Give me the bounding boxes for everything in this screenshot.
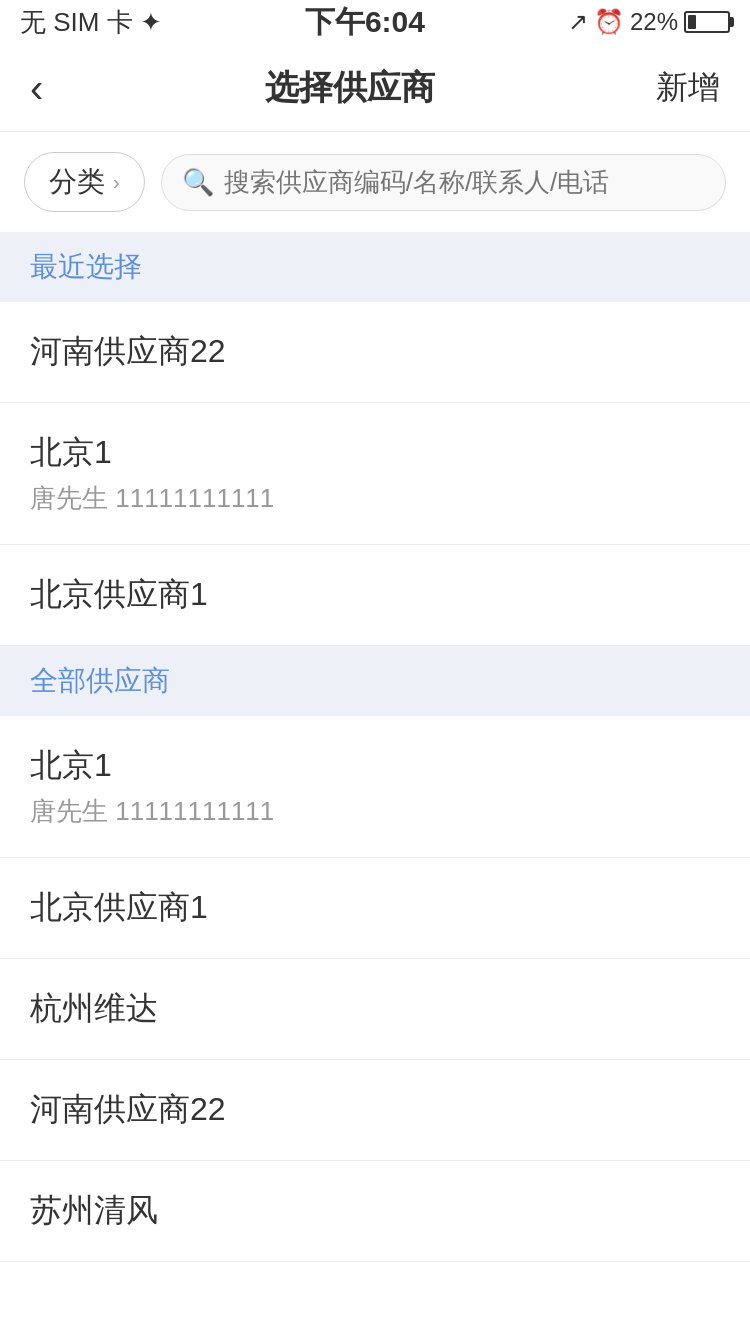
list-item[interactable]: 杭州维达 — [0, 959, 750, 1060]
category-button[interactable]: 分类 › — [24, 152, 145, 212]
search-bar: 分类 › 🔍 — [0, 132, 750, 232]
location-icon: ↗ — [568, 8, 588, 36]
list-item[interactable]: 北京1 唐先生 11111111111 — [0, 716, 750, 858]
nav-bar: ‹ 选择供应商 新增 — [0, 44, 750, 132]
list-item[interactable]: 北京供应商1 — [0, 858, 750, 959]
item-name: 北京1 — [30, 431, 720, 475]
sim-status: 无 SIM 卡 ✦ — [20, 5, 162, 40]
item-name: 杭州维达 — [30, 987, 720, 1031]
status-right: ↗ ⏰ 22% — [568, 8, 730, 36]
list-item[interactable]: 北京供应商1 — [0, 545, 750, 646]
back-button[interactable]: ‹ — [30, 68, 43, 108]
status-time: 下午6:04 — [305, 2, 425, 43]
item-sub: 唐先生 11111111111 — [30, 794, 720, 829]
item-name: 北京供应商1 — [30, 886, 720, 930]
recent-list: 河南供应商22 北京1 唐先生 11111111111 北京供应商1 — [0, 302, 750, 646]
new-button[interactable]: 新增 — [656, 66, 720, 110]
status-bar: 无 SIM 卡 ✦ 下午6:04 ↗ ⏰ 22% — [0, 0, 750, 44]
item-name: 河南供应商22 — [30, 330, 720, 374]
battery-percentage: 22% — [630, 8, 678, 36]
list-item[interactable]: 河南供应商22 — [0, 1060, 750, 1161]
page-title: 选择供应商 — [265, 65, 435, 111]
search-input-wrap[interactable]: 🔍 — [161, 154, 726, 211]
item-name: 苏州清风 — [30, 1189, 720, 1233]
search-icon: 🔍 — [182, 167, 214, 198]
all-list: 北京1 唐先生 11111111111 北京供应商1 杭州维达河南供应商22 苏州清风 — [0, 716, 750, 1262]
recent-section-header: 最近选择 — [0, 232, 750, 302]
list-item[interactable]: 苏州清风 — [0, 1161, 750, 1262]
category-label: 分类 — [49, 163, 105, 201]
list-item[interactable]: 北京1 唐先生 11111111111 — [0, 403, 750, 545]
battery-icon — [684, 11, 730, 33]
item-sub: 唐先生 11111111111 — [30, 481, 720, 516]
status-left: 无 SIM 卡 ✦ — [20, 5, 162, 40]
search-input[interactable] — [224, 167, 705, 198]
item-name: 北京1 — [30, 744, 720, 788]
item-name: 北京供应商1 — [30, 573, 720, 617]
alarm-icon: ⏰ — [594, 8, 624, 36]
chevron-right-icon: › — [113, 171, 120, 194]
all-section-header: 全部供应商 — [0, 646, 750, 716]
list-item[interactable]: 河南供应商22 — [0, 302, 750, 403]
item-name: 河南供应商22 — [30, 1088, 720, 1132]
